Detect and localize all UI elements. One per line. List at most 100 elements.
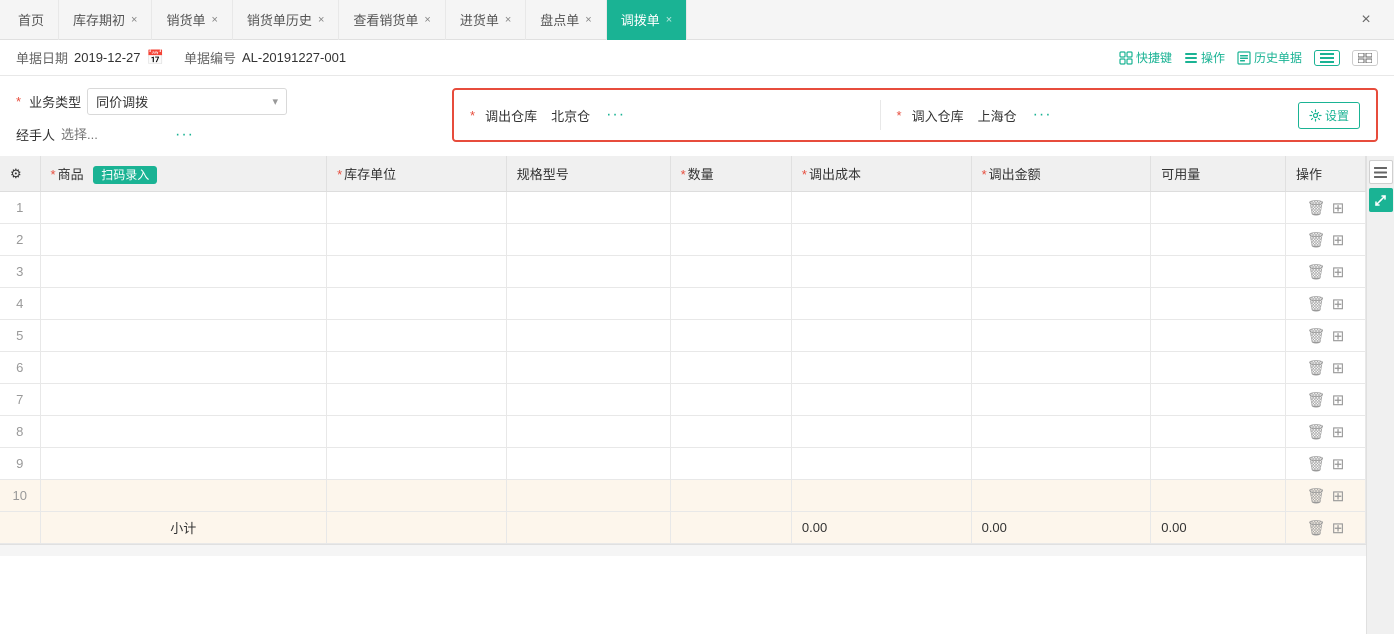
- row-unit-9: [327, 448, 507, 480]
- row-delete-icon-3[interactable]: 🗑: [1307, 263, 1326, 281]
- window-close-button[interactable]: ×: [1350, 4, 1382, 36]
- row-amount-7: [971, 384, 1151, 416]
- scan-input-button[interactable]: 扫码录入: [93, 166, 157, 184]
- business-type-select[interactable]: 同价调拨 ▾: [87, 88, 287, 115]
- row-delete-icon-1[interactable]: 🗑: [1307, 199, 1326, 217]
- row-copy-icon-8[interactable]: ⊞: [1332, 423, 1345, 441]
- row-product-2[interactable]: [40, 224, 327, 256]
- row-spec-6: [506, 352, 670, 384]
- tab-close-sales-history[interactable]: ×: [318, 14, 324, 26]
- tab-view-sales[interactable]: 查看销货单 ×: [339, 0, 445, 40]
- row-product-9[interactable]: [40, 448, 327, 480]
- row-delete-icon-10[interactable]: 🗑: [1307, 487, 1326, 505]
- summary-delete-icon[interactable]: 🗑: [1307, 519, 1326, 537]
- row-amount-10: [971, 480, 1151, 512]
- row-num-1: 1: [0, 192, 40, 224]
- row-copy-icon-2[interactable]: ⊞: [1332, 231, 1345, 249]
- col-quantity: *数量: [670, 156, 791, 192]
- gear-icon[interactable]: ⚙: [10, 166, 22, 181]
- row-unit-1: [327, 192, 507, 224]
- row-unit-5: [327, 320, 507, 352]
- row-copy-icon-3[interactable]: ⊞: [1332, 263, 1345, 281]
- form-left: * 业务类型 同价调拨 ▾ 经手人 ···: [16, 88, 436, 144]
- row-delete-icon-6[interactable]: 🗑: [1307, 359, 1326, 377]
- shortcut-btn[interactable]: 快捷键: [1119, 49, 1172, 66]
- toolbar-right: 快捷键 操作 历史: [1119, 49, 1378, 66]
- row-delete-icon-7[interactable]: 🗑: [1307, 391, 1326, 409]
- row-product-6[interactable]: [40, 352, 327, 384]
- tab-purchase-order[interactable]: 进货单 ×: [446, 0, 526, 40]
- tab-close-purchase-order[interactable]: ×: [505, 14, 511, 26]
- person-dots-btn[interactable]: ···: [175, 126, 194, 144]
- row-op-4: 🗑 ⊞: [1286, 288, 1366, 320]
- row-product-3[interactable]: [40, 256, 327, 288]
- row-copy-icon-9[interactable]: ⊞: [1332, 455, 1345, 473]
- row-spec-10: [506, 480, 670, 512]
- table-wrapper: ⚙ *商品 扫码录入 *库存单位 规格型号: [0, 156, 1366, 634]
- horizontal-scrollbar[interactable]: [0, 544, 1366, 556]
- row-copy-icon-6[interactable]: ⊞: [1332, 359, 1345, 377]
- row-product-1[interactable]: [40, 192, 327, 224]
- person-select-input[interactable]: [61, 127, 161, 142]
- history-btn[interactable]: 历史单据: [1237, 49, 1302, 66]
- tab-inventory-check[interactable]: 盘点单 ×: [526, 0, 606, 40]
- row-amount-9: [971, 448, 1151, 480]
- tab-close-transfer-order[interactable]: ×: [666, 14, 672, 26]
- row-op-9: 🗑 ⊞: [1286, 448, 1366, 480]
- tab-close-inventory-init[interactable]: ×: [131, 14, 137, 26]
- tab-inventory-init[interactable]: 库存期初 ×: [59, 0, 152, 40]
- col-unit: *库存单位: [327, 156, 507, 192]
- target-warehouse-dots-btn[interactable]: ···: [1033, 106, 1052, 124]
- tab-close-view-sales[interactable]: ×: [424, 14, 430, 26]
- row-quantity-6: [670, 352, 791, 384]
- row-copy-icon-1[interactable]: ⊞: [1332, 199, 1345, 217]
- warehouse-divider: [880, 100, 881, 130]
- tab-transfer-order[interactable]: 调拨单 ×: [607, 0, 687, 40]
- table-row: 5 🗑 ⊞: [0, 320, 1366, 352]
- row-delete-icon-4[interactable]: 🗑: [1307, 295, 1326, 313]
- row-delete-icon-5[interactable]: 🗑: [1307, 327, 1326, 345]
- summary-num: [0, 512, 40, 544]
- tab-home[interactable]: 首页: [8, 0, 59, 40]
- sidebar-expand-icon[interactable]: [1369, 188, 1393, 212]
- sidebar-list-icon[interactable]: [1369, 160, 1393, 184]
- row-product-4[interactable]: [40, 288, 327, 320]
- row-op-10: 🗑 ⊞: [1286, 480, 1366, 512]
- row-copy-icon-7[interactable]: ⊞: [1332, 391, 1345, 409]
- view-toggle-grid[interactable]: [1352, 50, 1378, 66]
- row-delete-icon-8[interactable]: 🗑: [1307, 423, 1326, 441]
- row-spec-5: [506, 320, 670, 352]
- row-cost-1: [791, 192, 971, 224]
- row-available-9: [1151, 448, 1286, 480]
- row-cost-6: [791, 352, 971, 384]
- row-spec-1: [506, 192, 670, 224]
- tab-sales-order[interactable]: 销货单 ×: [152, 0, 232, 40]
- row-product-10[interactable]: [40, 480, 327, 512]
- summary-copy-icon[interactable]: ⊞: [1332, 519, 1345, 537]
- row-available-8: [1151, 416, 1286, 448]
- row-copy-icon-4[interactable]: ⊞: [1332, 295, 1345, 313]
- tab-close-sales-order[interactable]: ×: [211, 14, 217, 26]
- row-delete-icon-2[interactable]: 🗑: [1307, 231, 1326, 249]
- col-settings[interactable]: ⚙: [0, 156, 40, 192]
- row-copy-icon-10[interactable]: ⊞: [1332, 487, 1345, 505]
- source-warehouse-dots-btn[interactable]: ···: [606, 106, 625, 124]
- row-cost-8: [791, 416, 971, 448]
- tab-sales-history[interactable]: 销货单历史 ×: [233, 0, 339, 40]
- col-available: 可用量: [1151, 156, 1286, 192]
- settings-button[interactable]: 设置: [1298, 102, 1360, 129]
- row-op-3: 🗑 ⊞: [1286, 256, 1366, 288]
- row-amount-5: [971, 320, 1151, 352]
- operations-btn[interactable]: 操作: [1184, 49, 1225, 66]
- row-cost-5: [791, 320, 971, 352]
- row-product-7[interactable]: [40, 384, 327, 416]
- row-copy-icon-5[interactable]: ⊞: [1332, 327, 1345, 345]
- calendar-icon[interactable]: 📅: [147, 49, 164, 66]
- table-row: 1 🗑 ⊞: [0, 192, 1366, 224]
- row-amount-6: [971, 352, 1151, 384]
- tab-close-inventory-check[interactable]: ×: [585, 14, 591, 26]
- view-toggle-list[interactable]: [1314, 50, 1340, 66]
- row-delete-icon-9[interactable]: 🗑: [1307, 455, 1326, 473]
- row-product-5[interactable]: [40, 320, 327, 352]
- row-product-8[interactable]: [40, 416, 327, 448]
